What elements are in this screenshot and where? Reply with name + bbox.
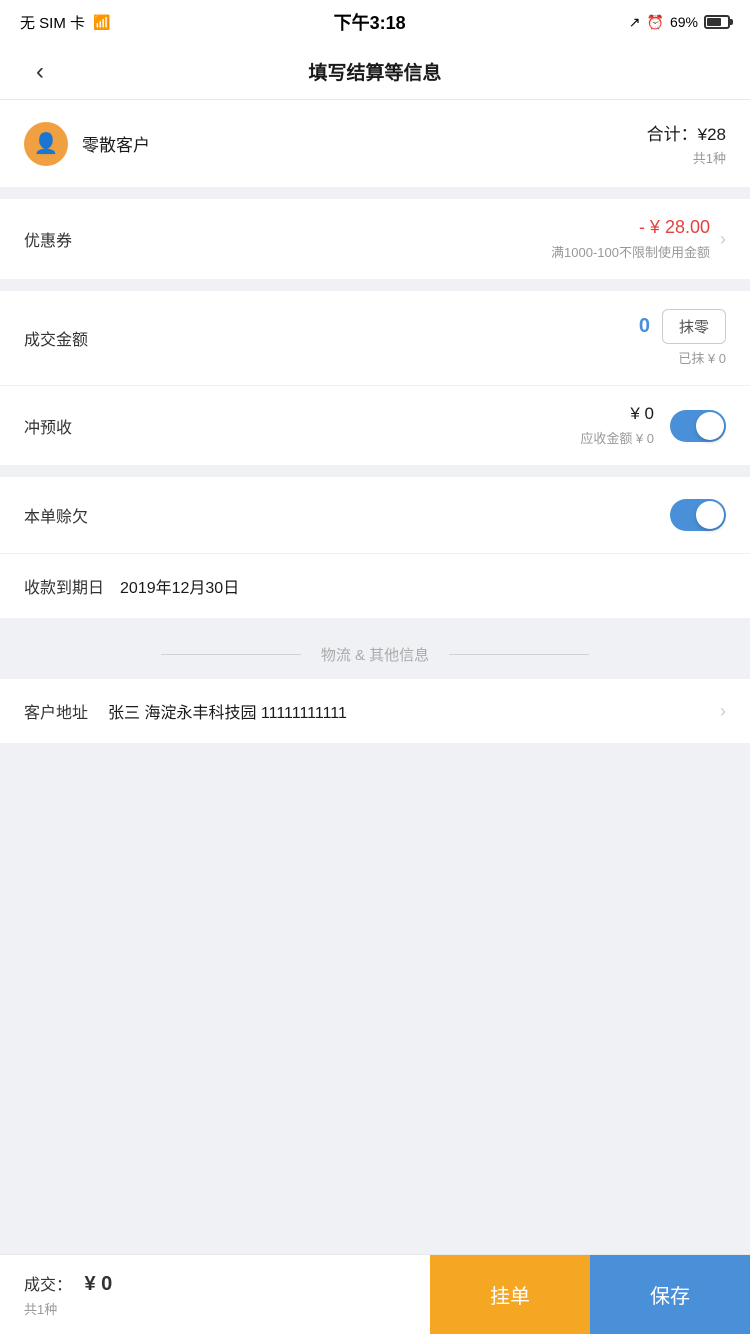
status-bar: 无 SIM 卡 📶 下午3:18 ↗ ⏰ 69% (0, 0, 750, 44)
amount-with-btn: 0 抹零 (639, 309, 726, 344)
bottom-count: 共1种 (24, 1299, 406, 1318)
due-date-value: 2019年12月30日 (120, 574, 239, 598)
prepayment-right: ¥ 0 应收金额 ¥ 0 (580, 404, 726, 447)
coupon-right: - ¥ 28.00 满1000-100不限制使用金额 (551, 217, 710, 261)
debt-toggle-thumb (696, 501, 724, 529)
address-value: 张三 海淀永丰科技园 11111111111 (108, 699, 714, 723)
transaction-label: 成交金额 (24, 326, 88, 350)
alarm-icon: ⏰ (647, 14, 664, 31)
bottom-deal: 成交： ¥ 0 (24, 1271, 406, 1296)
coupon-section[interactable]: 优惠券 - ¥ 28.00 满1000-100不限制使用金额 › (0, 199, 750, 279)
deal-amount: ¥ 0 (84, 1273, 112, 1295)
coupon-value: - ¥ 28.00 (639, 217, 710, 238)
avatar-icon: 👤 (34, 131, 59, 156)
transaction-section: 成交金额 0 抹零 已抹 ¥ 0 冲预收 ¥ 0 应收金额 ¥ 0 (0, 291, 750, 465)
status-time: 下午3:18 (334, 9, 406, 35)
round-button[interactable]: 抹零 (662, 309, 726, 344)
total-amount: 合计：¥28 (647, 120, 726, 145)
save-button[interactable]: 保存 (590, 1255, 750, 1334)
due-date-row: 收款到期日 2019年12月30日 (0, 553, 750, 618)
customer-row: 👤 零散客户 合计：¥28 共1种 (0, 100, 750, 187)
location-icon: ↗ (629, 14, 641, 31)
bottom-info: 成交： ¥ 0 共1种 (0, 1271, 430, 1318)
logistics-label: 物流 & 其他信息 (321, 644, 429, 665)
toggle-thumb (696, 412, 724, 440)
prepayment-toggle[interactable] (670, 410, 726, 442)
customer-total: 合计：¥28 共1种 (647, 120, 726, 167)
transaction-value: 0 (639, 315, 650, 338)
customer-name: 零散客户 (82, 131, 150, 156)
debt-row: 本单赊欠 (0, 477, 750, 553)
coupon-row[interactable]: 优惠券 - ¥ 28.00 满1000-100不限制使用金额 › (0, 199, 750, 279)
debt-label: 本单赊欠 (24, 503, 88, 527)
prepayment-amount-sub: 应收金额 ¥ 0 (580, 428, 654, 447)
logistics-divider: 物流 & 其他信息 (0, 630, 750, 679)
transaction-sub: 已抹 ¥ 0 (678, 348, 726, 367)
due-date-label: 收款到期日 (24, 574, 104, 598)
transaction-right: 0 抹零 已抹 ¥ 0 (639, 309, 726, 367)
empty-space (0, 755, 750, 935)
deal-label: 成交： (24, 1277, 72, 1294)
status-right: ↗ ⏰ 69% (629, 14, 730, 31)
prepayment-amount-main: ¥ 0 (630, 404, 654, 424)
debt-section: 本单赊欠 收款到期日 2019年12月30日 (0, 477, 750, 618)
transaction-row: 成交金额 0 抹零 已抹 ¥ 0 (0, 291, 750, 385)
debt-toggle[interactable] (670, 499, 726, 531)
customer-info: 👤 零散客户 (24, 122, 150, 166)
coupon-label: 优惠券 (24, 227, 72, 251)
address-row[interactable]: 客户地址 张三 海淀永丰科技园 11111111111 › (0, 679, 750, 743)
battery-percent: 69% (670, 14, 698, 30)
item-count: 共1种 (647, 148, 726, 167)
prepayment-amounts: ¥ 0 应收金额 ¥ 0 (580, 404, 654, 447)
avatar: 👤 (24, 122, 68, 166)
page-title: 填写结算等信息 (308, 58, 441, 85)
bottom-bar: 成交： ¥ 0 共1种 挂单 保存 (0, 1254, 750, 1334)
address-chevron-icon: › (720, 701, 726, 722)
divider-line-left (161, 654, 301, 655)
wifi-icon: 📶 (93, 14, 110, 31)
hold-button[interactable]: 挂单 (430, 1255, 590, 1334)
battery-icon (704, 15, 730, 29)
nav-bar: ‹ 填写结算等信息 (0, 44, 750, 100)
coupon-sub: 满1000-100不限制使用金额 (551, 242, 710, 261)
coupon-chevron-icon: › (720, 229, 726, 250)
prepayment-label: 冲预收 (24, 414, 72, 438)
address-section[interactable]: 客户地址 张三 海淀永丰科技园 11111111111 › (0, 679, 750, 743)
status-left: 无 SIM 卡 📶 (20, 12, 110, 33)
no-sim-text: 无 SIM 卡 (20, 12, 85, 33)
customer-section: 👤 零散客户 合计：¥28 共1种 (0, 100, 750, 187)
prepayment-row: 冲预收 ¥ 0 应收金额 ¥ 0 (0, 385, 750, 465)
address-label: 客户地址 (24, 699, 88, 723)
divider-line-right (449, 654, 589, 655)
back-button[interactable]: ‹ (20, 52, 60, 92)
